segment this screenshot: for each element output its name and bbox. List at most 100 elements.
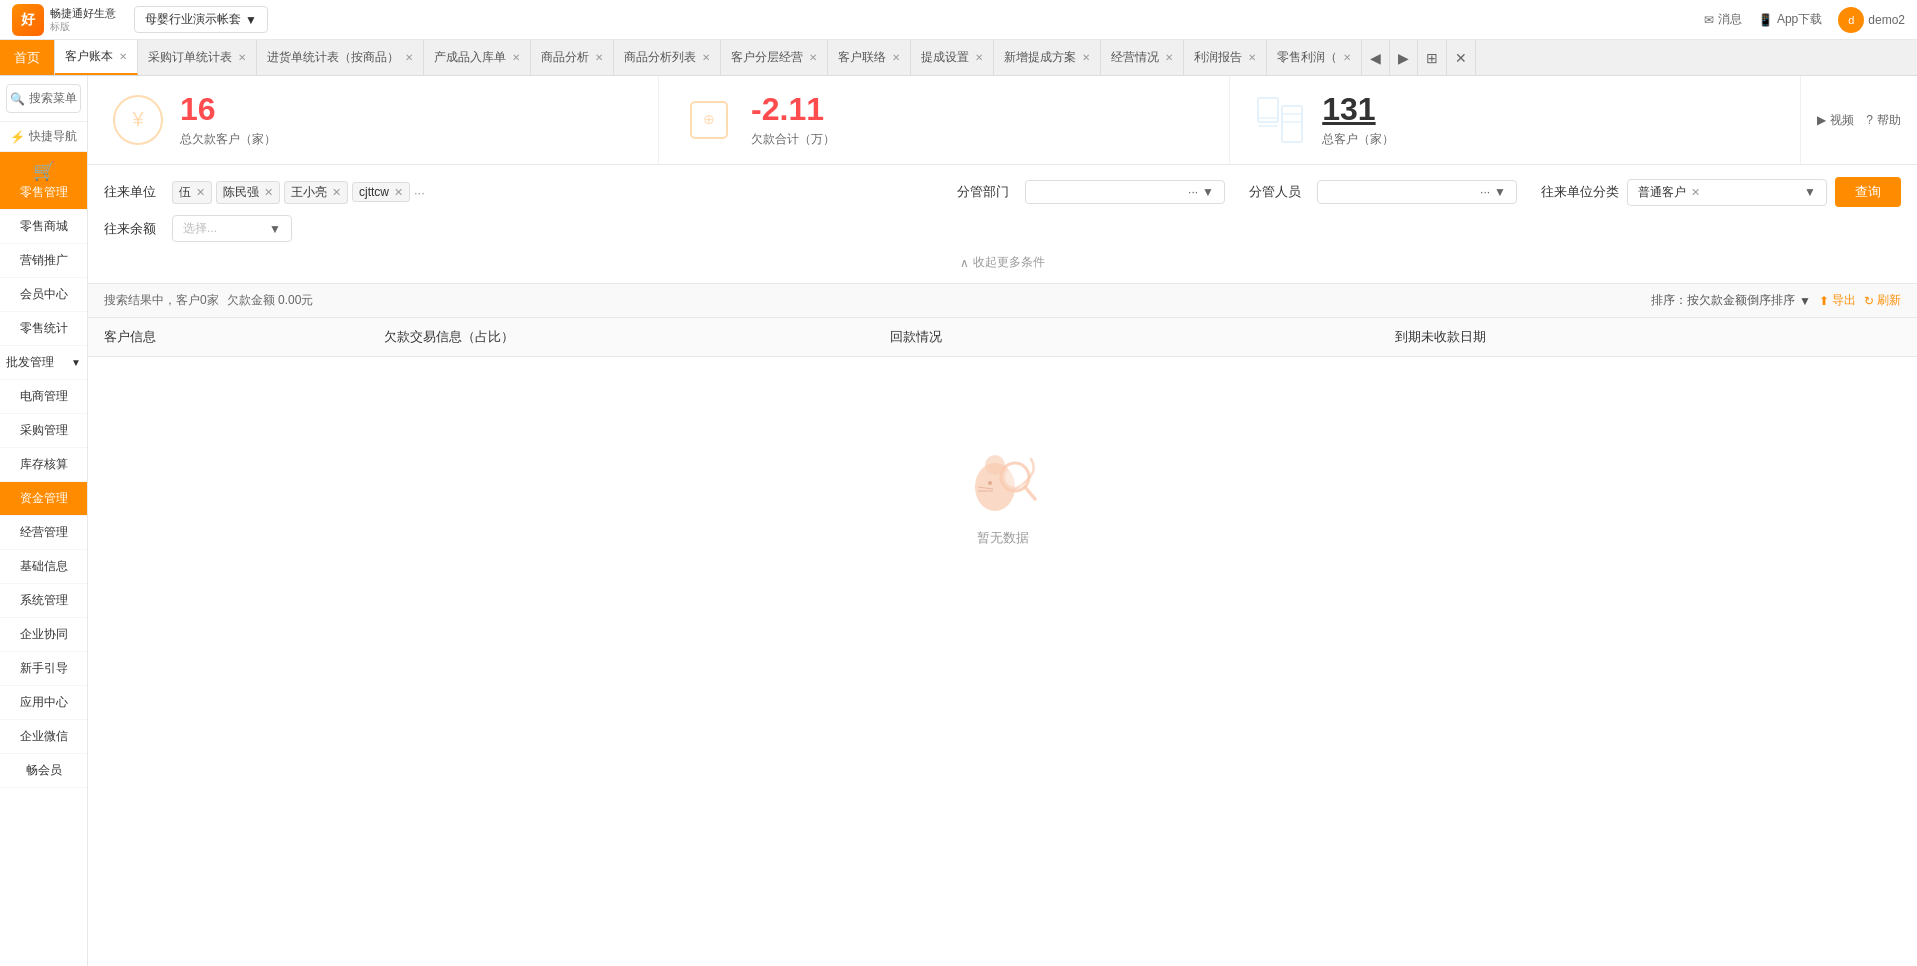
sidebar-item-vip-member[interactable]: 畅会员 (0, 754, 87, 788)
logo-text: 畅捷通好生意 标版 (50, 6, 116, 33)
chevron-down-icon2: ▼ (1202, 185, 1214, 199)
chevron-down-icon3: ▼ (1494, 185, 1506, 199)
sidebar-item-inventory[interactable]: 库存核算 (0, 448, 87, 482)
svg-rect-5 (1282, 106, 1302, 142)
stat-info-2: -2.11 欠款合计（万） (751, 92, 1205, 148)
tab-purchase-order[interactable]: 采购订单统计表 ✕ (138, 40, 257, 75)
person-filter-select[interactable]: ··· ▼ (1317, 180, 1517, 204)
content-area: ¥ 16 总欠款客户（家） ⊕ -2.11 欠款合计 (88, 76, 1917, 966)
sidebar-item-enterprise-collab[interactable]: 企业协同 (0, 618, 87, 652)
result-summary: 搜索结果中，客户0家 欠款金额 0.00元 (104, 292, 313, 309)
sidebar: 🔍 搜索菜单 ⚡ 快捷导航 🛒 零售管理 零售商城 营销推广 会员中心 零售统计… (0, 76, 88, 966)
stat-icon-3 (1254, 94, 1306, 146)
tab-close-all-btn[interactable]: ✕ (1447, 40, 1476, 75)
tab-add-plan[interactable]: 新增提成方案 ✕ (994, 40, 1101, 75)
result-bar: 搜索结果中，客户0家 欠款金额 0.00元 排序：按欠款金额倒序排序 ▼ ⬆ 导… (88, 284, 1917, 318)
sidebar-item-purchase[interactable]: 采购管理 (0, 414, 87, 448)
sidebar-item-retail-store[interactable]: 零售商城 (0, 210, 87, 244)
sidebar-item-wholesale[interactable]: 批发管理 ▼ (0, 346, 87, 380)
help-link[interactable]: ? 帮助 (1866, 112, 1901, 129)
tab-prev-btn[interactable]: ◀ (1362, 40, 1390, 75)
stats-bar: ¥ 16 总欠款客户（家） ⊕ -2.11 欠款合计 (88, 76, 1917, 165)
tab-close-icon[interactable]: ✕ (1082, 52, 1090, 63)
tab-product-analysis-list[interactable]: 商品分析列表 ✕ (614, 40, 721, 75)
tab-retail-profit[interactable]: 零售利润（ ✕ (1267, 40, 1362, 75)
tab-close-icon[interactable]: ✕ (1165, 52, 1173, 63)
play-icon: ▶ (1817, 113, 1826, 127)
sidebar-item-retail-management[interactable]: 🛒 零售管理 (0, 152, 87, 210)
refresh-icon: ↻ (1864, 294, 1874, 308)
filter-tag-normal-customer: 普通客户 ✕ (1638, 184, 1700, 201)
video-link[interactable]: ▶ 视频 (1817, 112, 1854, 129)
refresh-btn[interactable]: ↻ 刷新 (1864, 292, 1901, 309)
svg-line-14 (1025, 487, 1035, 499)
dept-filter-select[interactable]: ··· ▼ (1025, 180, 1225, 204)
user-menu[interactable]: d demo2 (1838, 7, 1905, 33)
sidebar-item-app-center[interactable]: 应用中心 (0, 686, 87, 720)
query-button[interactable]: 查询 (1835, 177, 1901, 207)
remove-tag-chen[interactable]: ✕ (264, 186, 273, 199)
sidebar-item-new-guide[interactable]: 新手引导 (0, 652, 87, 686)
export-btn[interactable]: ⬆ 导出 (1819, 292, 1856, 309)
tab-close-icon[interactable]: ✕ (975, 52, 983, 63)
sidebar-item-ecommerce[interactable]: 电商管理 (0, 380, 87, 414)
chevron-down-icon5: ▼ (269, 222, 281, 236)
sidebar-item-basic-info[interactable]: 基础信息 (0, 550, 87, 584)
tab-close-icon[interactable]: ✕ (238, 52, 246, 63)
search-menu-btn[interactable]: 🔍 搜索菜单 (6, 84, 81, 113)
empty-illustration (963, 437, 1043, 517)
help-icon: ? (1866, 113, 1873, 127)
tab-close-icon[interactable]: ✕ (512, 52, 520, 63)
sidebar-item-operations-mgmt[interactable]: 经营管理 (0, 516, 87, 550)
tab-close-icon[interactable]: ✕ (809, 52, 817, 63)
sidebar-item-finance[interactable]: 资金管理 (0, 482, 87, 516)
sort-select[interactable]: 排序：按欠款金额倒序排序 ▼ (1651, 292, 1811, 309)
table-container: 客户信息 欠款交易信息（占比） 回款情况 到期未收款日期 (88, 318, 1917, 966)
balance-filter-select[interactable]: 选择... ▼ (172, 215, 292, 242)
tab-production-inbound[interactable]: 产成品入库单 ✕ (424, 40, 531, 75)
system-selector[interactable]: 母婴行业演示帐套 ▼ (134, 6, 268, 33)
tab-customer-segment[interactable]: 客户分层经营 ✕ (721, 40, 828, 75)
remove-tag-wang[interactable]: ✕ (332, 186, 341, 199)
category-filter-label: 往来单位分类 (1541, 183, 1619, 201)
unit-filter-label: 往来单位 (104, 183, 164, 201)
tab-close-icon[interactable]: ✕ (119, 51, 127, 62)
sidebar-item-member-center[interactable]: 会员中心 (0, 278, 87, 312)
sidebar-item-system[interactable]: 系统管理 (0, 584, 87, 618)
sidebar-item-retail-stats[interactable]: 零售统计 (0, 312, 87, 346)
tab-close-icon[interactable]: ✕ (892, 52, 900, 63)
total-arrears-number: -2.11 (751, 92, 1205, 127)
tab-customer-account[interactable]: 客户账本 ✕ (55, 40, 138, 75)
collapse-btn[interactable]: ∧ 收起更多条件 (104, 250, 1901, 271)
stat-actions: ▶ 视频 ? 帮助 (1801, 76, 1917, 164)
tab-close-icon[interactable]: ✕ (405, 52, 413, 63)
sidebar-item-enterprise-wechat[interactable]: 企业微信 (0, 720, 87, 754)
tab-close-icon[interactable]: ✕ (1248, 52, 1256, 63)
tab-customer-contact[interactable]: 客户联络 ✕ (828, 40, 911, 75)
app-download-btn[interactable]: 📱 App下载 (1758, 11, 1822, 28)
remove-category-tag[interactable]: ✕ (1691, 186, 1700, 199)
more-tags-btn[interactable]: ··· (414, 185, 425, 200)
remove-tag-wu[interactable]: ✕ (196, 186, 205, 199)
tab-profit-report[interactable]: 利润报告 ✕ (1184, 40, 1267, 75)
tab-close-icon[interactable]: ✕ (1343, 52, 1351, 63)
tab-home[interactable]: 首页 (0, 40, 55, 75)
tab-expand-btn[interactable]: ⊞ (1418, 40, 1447, 75)
tab-reminder-settings[interactable]: 提成设置 ✕ (911, 40, 994, 75)
tab-close-icon[interactable]: ✕ (595, 52, 603, 63)
category-filter-select[interactable]: 普通客户 ✕ ▼ (1627, 179, 1827, 206)
col-repayment: 回款情况 (890, 328, 1396, 346)
tab-product-analysis[interactable]: 商品分析 ✕ (531, 40, 614, 75)
main-layout: 🔍 搜索菜单 ⚡ 快捷导航 🛒 零售管理 零售商城 营销推广 会员中心 零售统计… (0, 76, 1917, 966)
message-btn[interactable]: ✉ 消息 (1704, 11, 1742, 28)
remove-tag-cjttcw[interactable]: ✕ (394, 186, 403, 199)
quick-nav-btn[interactable]: ⚡ 快捷导航 (0, 122, 87, 152)
empty-state: 暂无数据 (88, 357, 1917, 627)
chevron-down-icon: ▼ (245, 13, 257, 27)
tab-inbound-stats[interactable]: 进货单统计表（按商品） ✕ (257, 40, 424, 75)
tab-operations[interactable]: 经营情况 ✕ (1101, 40, 1184, 75)
tab-close-icon[interactable]: ✕ (702, 52, 710, 63)
sidebar-item-sales-promotion[interactable]: 营销推广 (0, 244, 87, 278)
col-customer-info: 客户信息 (104, 328, 384, 346)
tab-next-btn[interactable]: ▶ (1390, 40, 1418, 75)
